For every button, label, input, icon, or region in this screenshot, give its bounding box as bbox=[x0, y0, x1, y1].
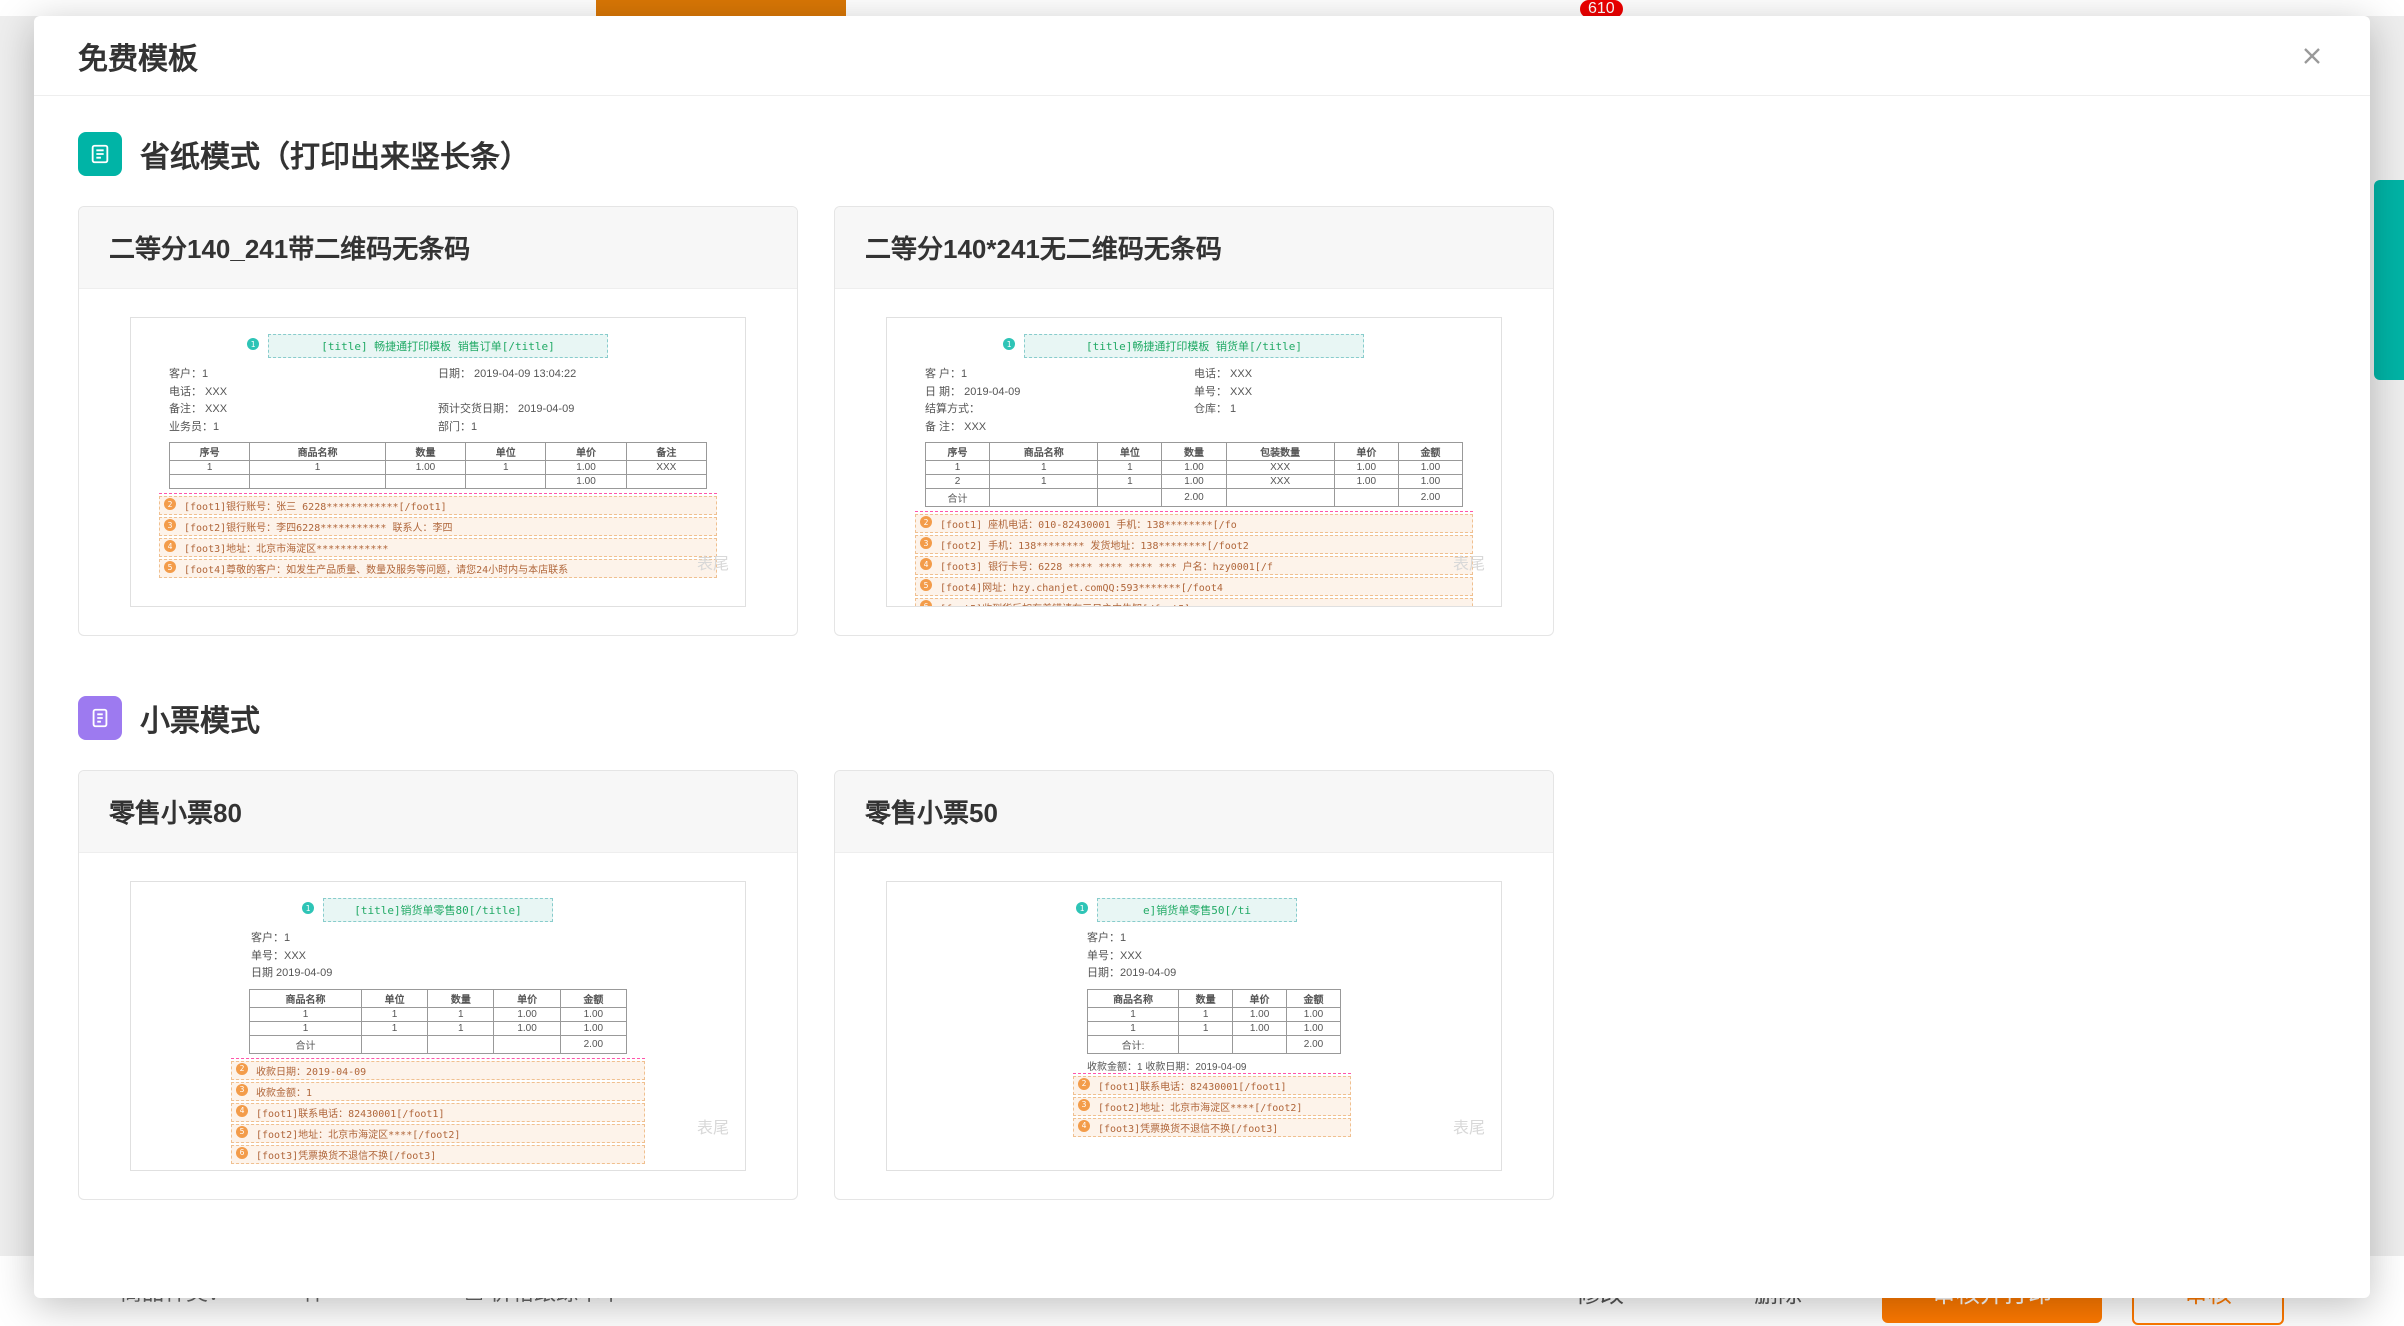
section-title: 省纸模式（打印出来竖长条） bbox=[140, 132, 530, 176]
section-title: 小票模式 bbox=[140, 696, 260, 740]
modal-body: 省纸模式（打印出来竖长条） 二等分140_241带二维码无条码 1[title]… bbox=[34, 96, 2370, 1298]
card-title: 零售小票80 bbox=[79, 771, 797, 853]
template-preview: 1[title]畅捷通打印模板 销货单[/title] 客 户：1 日 期： 2… bbox=[886, 317, 1502, 607]
template-card-receipt-80[interactable]: 零售小票80 1[title]销货单零售80[/title] 客户：1 单号：X… bbox=[78, 770, 798, 1200]
template-modal: 免费模板 省纸模式（打印出来竖长条） 二等分140_241带二维码无条码 1[t… bbox=[34, 16, 2370, 1298]
template-card-140-241-qr[interactable]: 二等分140_241带二维码无条码 1[title] 畅捷通打印模板 销售订单[… bbox=[78, 206, 798, 636]
section-paper-save: 省纸模式（打印出来竖长条） bbox=[78, 132, 2326, 176]
close-icon[interactable] bbox=[2298, 42, 2326, 70]
watermark: 表尾 bbox=[1453, 1114, 1485, 1138]
watermark: 表尾 bbox=[1453, 550, 1485, 574]
modal-title: 免费模板 bbox=[78, 34, 198, 78]
template-preview: 1[title]销货单零售80[/title] 客户：1 单号：XXX 日期 2… bbox=[130, 881, 746, 1171]
right-side-tab[interactable] bbox=[2374, 180, 2404, 380]
template-preview: 1[title] 畅捷通打印模板 销售订单[/title] 客户：1 电话： X… bbox=[130, 317, 746, 607]
watermark: 表尾 bbox=[697, 1114, 729, 1138]
template-preview: 1e]销货单零售50[/ti 客户：1 单号：XXX 日期：2019-04-09… bbox=[886, 881, 1502, 1171]
orange-tab-fragment bbox=[596, 0, 846, 16]
modal-header: 免费模板 bbox=[34, 16, 2370, 96]
watermark: 表尾 bbox=[697, 550, 729, 574]
paper-save-icon bbox=[78, 132, 122, 176]
template-card-receipt-50[interactable]: 零售小票50 1e]销货单零售50[/ti 客户：1 单号：XXX 日期：201… bbox=[834, 770, 1554, 1200]
card-title: 零售小票50 bbox=[835, 771, 1553, 853]
card-title: 二等分140*241无二维码无条码 bbox=[835, 207, 1553, 289]
template-card-140-241-noqr[interactable]: 二等分140*241无二维码无条码 1[title]畅捷通打印模板 销货单[/t… bbox=[834, 206, 1554, 636]
section-receipt: 小票模式 bbox=[78, 696, 2326, 740]
top-strip bbox=[0, 0, 2404, 16]
receipt-icon bbox=[78, 696, 122, 740]
card-title: 二等分140_241带二维码无条码 bbox=[79, 207, 797, 289]
